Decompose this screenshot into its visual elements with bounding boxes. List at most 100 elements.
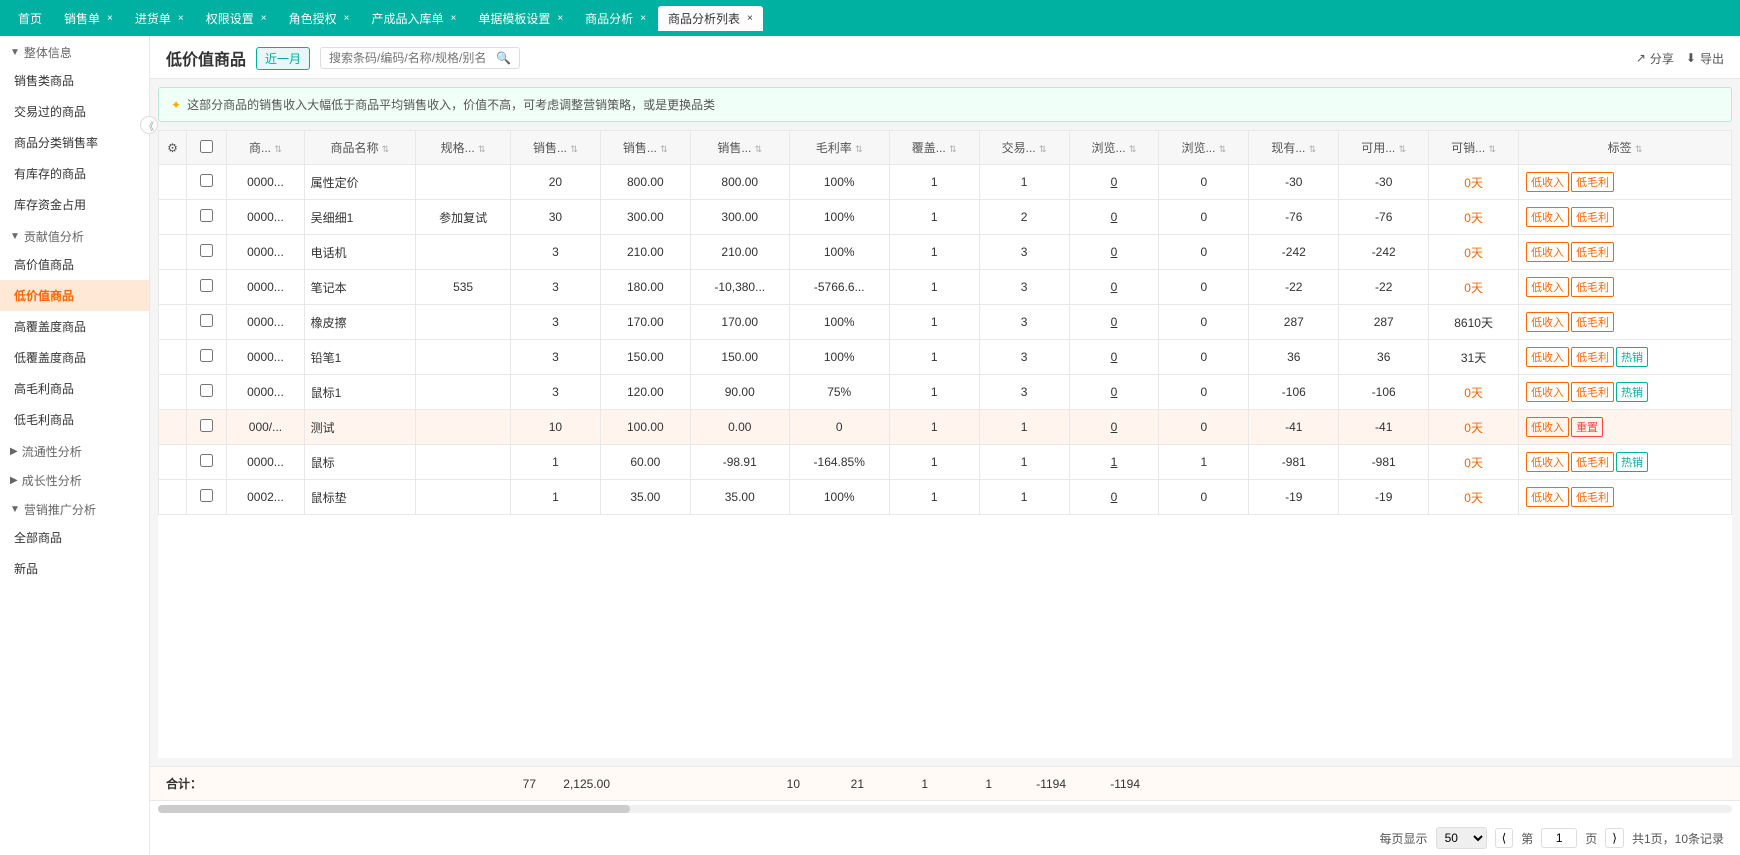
sidebar-item-sales-products[interactable]: 销售类商品	[0, 65, 149, 96]
row-checkbox[interactable]	[200, 454, 213, 467]
checkbox-cell[interactable]	[187, 375, 227, 410]
row-checkbox[interactable]	[200, 349, 213, 362]
name-column-header[interactable]: 商品名称 ⇅	[304, 131, 416, 165]
row-checkbox[interactable]	[200, 174, 213, 187]
transactions-column-header[interactable]: 交易... ⇅	[979, 131, 1069, 165]
nav-permission[interactable]: 权限设置 ×	[196, 6, 277, 31]
views1-cell[interactable]: 0	[1069, 235, 1159, 270]
sidebar-group-liquidity[interactable]: ▶ 流通性分析	[0, 435, 149, 464]
checkbox-cell[interactable]	[187, 410, 227, 445]
sidebar-item-all-products[interactable]: 全部商品	[0, 522, 149, 553]
row-checkbox[interactable]	[200, 279, 213, 292]
views1-cell[interactable]: 0	[1069, 375, 1159, 410]
sidebar-item-high-value[interactable]: 高价值商品	[0, 249, 149, 280]
sidebar-item-traded-products[interactable]: 交易过的商品	[0, 96, 149, 127]
close-icon[interactable]: ×	[107, 13, 113, 24]
select-all-checkbox[interactable]	[200, 140, 213, 153]
checkbox-cell[interactable]	[187, 480, 227, 515]
checkbox-cell[interactable]	[187, 270, 227, 305]
nav-product-analysis[interactable]: 商品分析 ×	[575, 6, 656, 31]
checkbox-cell[interactable]	[187, 445, 227, 480]
share-button[interactable]: ↗ 分享	[1636, 50, 1674, 67]
close-icon[interactable]: ×	[557, 13, 563, 24]
views1-cell[interactable]: 0	[1069, 200, 1159, 235]
views-link[interactable]: 0	[1111, 350, 1118, 364]
close-icon[interactable]: ×	[640, 13, 646, 24]
nav-purchase-order[interactable]: 进货单 ×	[125, 6, 194, 31]
page-size-select[interactable]: 50 100 200	[1436, 827, 1487, 849]
page-number-input[interactable]	[1541, 828, 1577, 848]
checkbox-cell[interactable]	[187, 165, 227, 200]
search-icon[interactable]: 🔍	[496, 51, 511, 65]
views-link[interactable]: 0	[1111, 385, 1118, 399]
export-button[interactable]: ⬇ 导出	[1686, 50, 1724, 67]
views-link[interactable]: 0	[1111, 280, 1118, 294]
sidebar-item-high-margin[interactable]: 高毛利商品	[0, 373, 149, 404]
settings-column-header[interactable]: ⚙	[159, 131, 187, 165]
checkbox-cell[interactable]	[187, 340, 227, 375]
gross-margin-column-header[interactable]: 毛利率 ⇅	[789, 131, 889, 165]
views1-cell[interactable]: 1	[1069, 445, 1159, 480]
checkbox-column-header[interactable]	[187, 131, 227, 165]
sidebar-item-stock-products[interactable]: 有库存的商品	[0, 158, 149, 189]
sidebar-item-low-margin[interactable]: 低毛利商品	[0, 404, 149, 435]
views-link[interactable]: 1	[1111, 455, 1118, 469]
sidebar-item-high-coverage[interactable]: 高覆盖度商品	[0, 311, 149, 342]
views2-column-header[interactable]: 浏览... ⇅	[1159, 131, 1249, 165]
nav-template-settings[interactable]: 单据模板设置 ×	[468, 6, 573, 31]
checkbox-cell[interactable]	[187, 235, 227, 270]
sidebar-group-growth[interactable]: ▶ 成长性分析	[0, 464, 149, 493]
views1-cell[interactable]: 0	[1069, 480, 1159, 515]
spec-column-header[interactable]: 规格... ⇅	[416, 131, 511, 165]
tags-column-header[interactable]: 标签 ⇅	[1519, 131, 1732, 165]
views-link[interactable]: 0	[1111, 315, 1118, 329]
available-column-header[interactable]: 可用... ⇅	[1339, 131, 1429, 165]
nav-sales-order[interactable]: 销售单 ×	[54, 6, 123, 31]
views1-cell[interactable]: 0	[1069, 410, 1159, 445]
row-checkbox[interactable]	[200, 244, 213, 257]
next-page-button[interactable]: ⟩	[1605, 828, 1624, 848]
views-link[interactable]: 0	[1111, 420, 1118, 434]
close-icon[interactable]: ×	[178, 13, 184, 24]
checkbox-cell[interactable]	[187, 200, 227, 235]
row-checkbox[interactable]	[200, 419, 213, 432]
sidebar-item-low-coverage[interactable]: 低覆盖度商品	[0, 342, 149, 373]
row-checkbox[interactable]	[200, 384, 213, 397]
sidebar-group-overall[interactable]: ▼ 整体信息	[0, 36, 149, 65]
sales-qty-column-header[interactable]: 销售... ⇅	[510, 131, 600, 165]
close-icon[interactable]: ×	[450, 13, 456, 24]
views1-cell[interactable]: 0	[1069, 305, 1159, 340]
sidebar-group-contribution[interactable]: ▼ 贡献值分析	[0, 220, 149, 249]
views-link[interactable]: 0	[1111, 175, 1118, 189]
sidebar-collapse-button[interactable]: 《	[140, 116, 158, 134]
sellable-column-header[interactable]: 可销... ⇅	[1429, 131, 1519, 165]
nav-product-instock[interactable]: 产成品入库单 ×	[361, 6, 466, 31]
views-link[interactable]: 0	[1111, 490, 1118, 504]
sales-avg-column-header[interactable]: 销售... ⇅	[690, 131, 789, 165]
views1-column-header[interactable]: 浏览... ⇅	[1069, 131, 1159, 165]
period-button[interactable]: 近一月	[256, 47, 310, 70]
views1-cell[interactable]: 0	[1069, 340, 1159, 375]
code-column-header[interactable]: 商... ⇅	[227, 131, 304, 165]
close-icon[interactable]: ×	[344, 13, 350, 24]
sidebar-group-marketing[interactable]: ▼ 营销推广分析	[0, 493, 149, 522]
views-link[interactable]: 0	[1111, 210, 1118, 224]
row-checkbox[interactable]	[200, 489, 213, 502]
first-page-button[interactable]: ⟨	[1495, 828, 1514, 848]
coverage-column-header[interactable]: 覆盖... ⇅	[889, 131, 979, 165]
views1-cell[interactable]: 0	[1069, 165, 1159, 200]
nav-product-analysis-list[interactable]: 商品分析列表 ×	[658, 6, 763, 31]
checkbox-cell[interactable]	[187, 305, 227, 340]
sidebar-item-category-sales-rate[interactable]: 商品分类销售率	[0, 127, 149, 158]
close-icon[interactable]: ×	[261, 13, 267, 24]
stock-column-header[interactable]: 现有... ⇅	[1249, 131, 1339, 165]
close-icon[interactable]: ×	[747, 13, 753, 24]
views-link[interactable]: 0	[1111, 245, 1118, 259]
views1-cell[interactable]: 0	[1069, 270, 1159, 305]
sales-amount-column-header[interactable]: 销售... ⇅	[600, 131, 690, 165]
nav-role-auth[interactable]: 角色授权 ×	[279, 6, 360, 31]
sidebar-item-new-products[interactable]: 新品	[0, 553, 149, 584]
sidebar-item-low-value[interactable]: 低价值商品	[0, 280, 149, 311]
row-checkbox[interactable]	[200, 209, 213, 222]
row-checkbox[interactable]	[200, 314, 213, 327]
